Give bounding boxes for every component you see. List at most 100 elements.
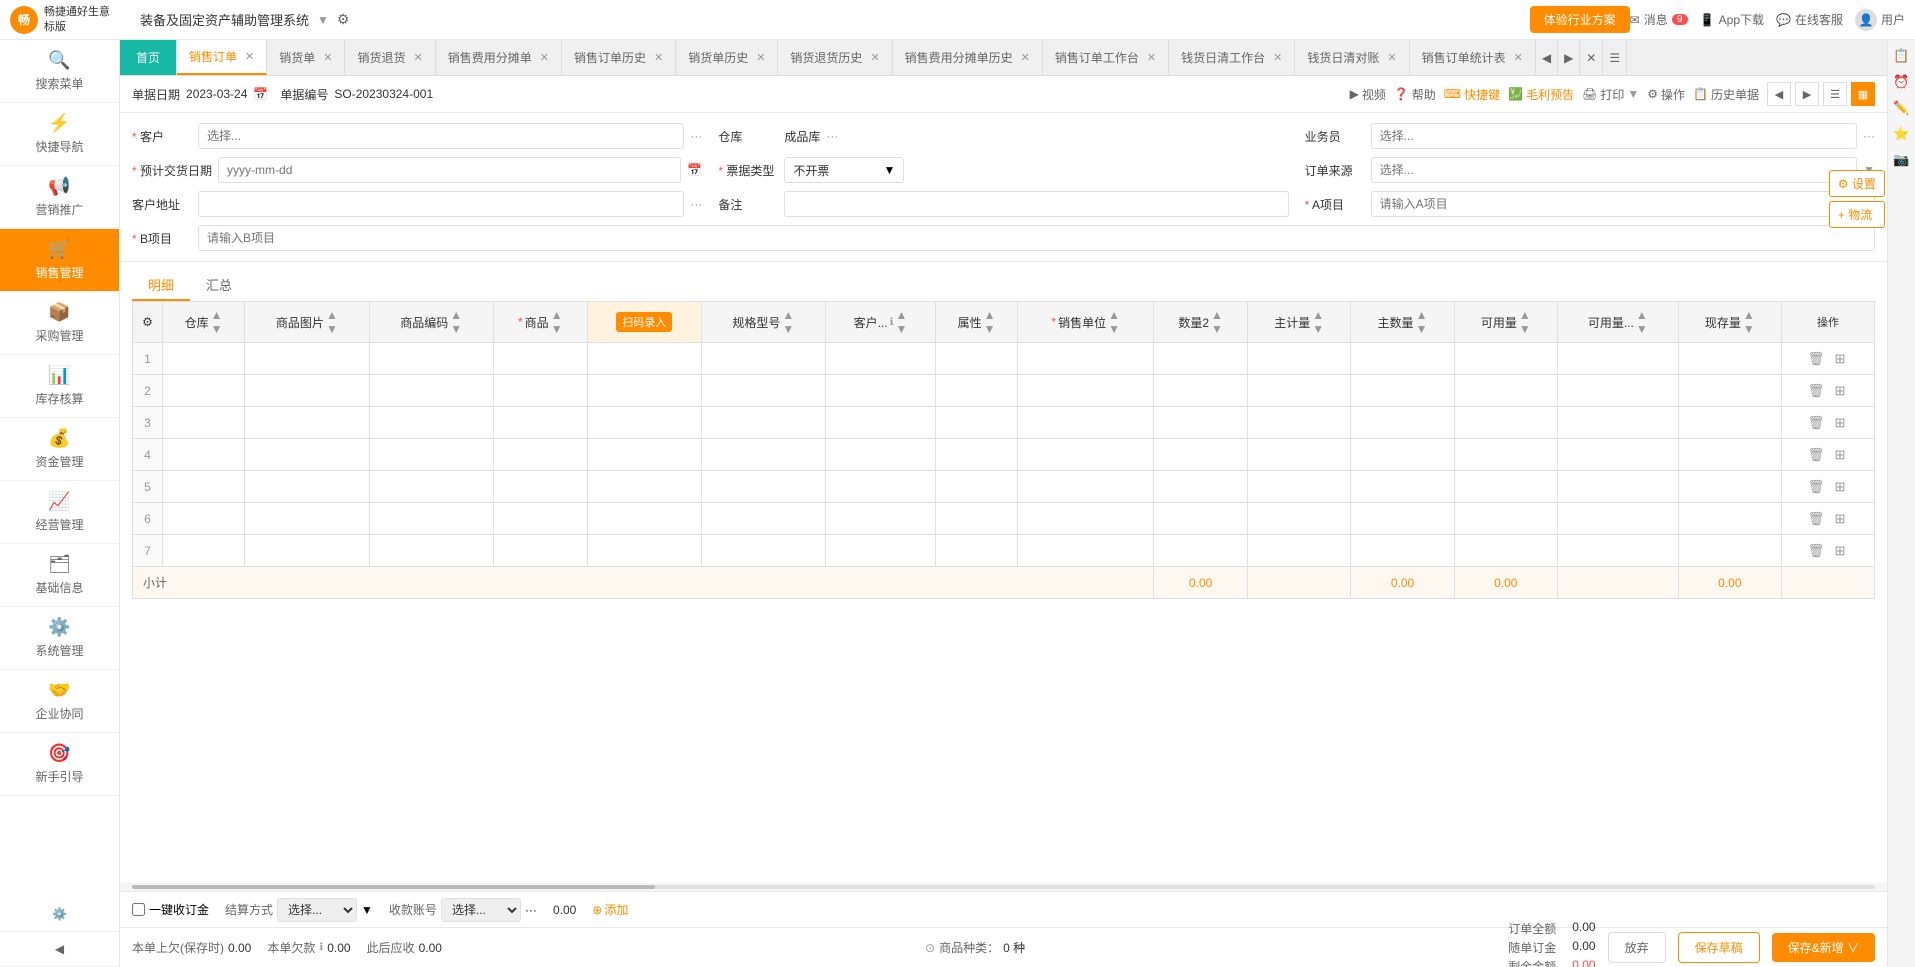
- tab-expense[interactable]: 销售费用分摊单 ✕: [436, 40, 562, 75]
- table-cell[interactable]: [163, 343, 245, 375]
- table-cell[interactable]: [163, 503, 245, 535]
- table-cell[interactable]: [701, 535, 825, 567]
- row-copy-icon[interactable]: ⊞: [1830, 413, 1850, 433]
- tab-daily-workbench-close[interactable]: ✕: [1273, 51, 1282, 64]
- table-cell[interactable]: [1248, 375, 1351, 407]
- table-cell[interactable]: [1248, 535, 1351, 567]
- table-cell[interactable]: [1557, 375, 1678, 407]
- table-cell[interactable]: [369, 407, 493, 439]
- tab-next-btn[interactable]: ▶: [1558, 40, 1580, 75]
- row-delete-icon[interactable]: 🗑: [1806, 445, 1826, 465]
- table-cell[interactable]: [369, 343, 493, 375]
- th-spec[interactable]: 规格型号▲▼: [701, 302, 825, 343]
- account-select[interactable]: 选择...: [441, 898, 521, 922]
- table-cell[interactable]: [369, 471, 493, 503]
- table-cell[interactable]: [1018, 535, 1154, 567]
- sidebar-item-quick[interactable]: ⚡ 快捷导航: [0, 103, 119, 166]
- table-cell[interactable]: [826, 503, 936, 535]
- th-image[interactable]: 商品图片▲▼: [245, 302, 369, 343]
- sidebar-item-guide[interactable]: 🎯 新手引导: [0, 733, 119, 796]
- table-cell[interactable]: [1678, 375, 1781, 407]
- table-cell[interactable]: [245, 503, 369, 535]
- table-cell[interactable]: [1557, 407, 1678, 439]
- operate-btn[interactable]: ⚙ 操作: [1647, 86, 1685, 103]
- sidebar-item-operations[interactable]: 📈 经营管理: [0, 481, 119, 544]
- tab-return-history-close[interactable]: ✕: [870, 51, 879, 64]
- table-cell[interactable]: [1557, 471, 1678, 503]
- card-view-btn[interactable]: ▦: [1851, 82, 1875, 106]
- tab-expense-history-close[interactable]: ✕: [1021, 51, 1030, 64]
- table-cell[interactable]: [701, 503, 825, 535]
- tab-sales-invoice-close[interactable]: ✕: [323, 51, 332, 64]
- shortcut-btn[interactable]: ⌨ 快捷键: [1444, 86, 1500, 103]
- th-available2[interactable]: 可用量...▲▼: [1557, 302, 1678, 343]
- scan-input-btn[interactable]: 扫码录入: [616, 312, 672, 332]
- delivery-date-cal-icon[interactable]: 📅: [687, 163, 702, 177]
- table-cell[interactable]: [935, 535, 1017, 567]
- table-cell[interactable]: [1154, 375, 1248, 407]
- sidebar-settings-btn[interactable]: ⚙️: [0, 897, 119, 932]
- table-cell[interactable]: [587, 375, 701, 407]
- table-cell[interactable]: [1351, 439, 1454, 471]
- tab-detail[interactable]: 明细: [132, 270, 190, 301]
- customer-input[interactable]: [198, 123, 684, 149]
- tab-summary[interactable]: 汇总: [190, 270, 248, 301]
- table-cell[interactable]: [1018, 471, 1154, 503]
- delivery-date-input[interactable]: [218, 157, 681, 183]
- tab-order-history-close[interactable]: ✕: [654, 51, 663, 64]
- rp-camera-icon[interactable]: 📷: [1890, 148, 1914, 172]
- message-btn[interactable]: ✉ 消息 9: [1630, 11, 1688, 28]
- table-cell[interactable]: [1557, 439, 1678, 471]
- row-copy-icon[interactable]: ⊞: [1830, 477, 1850, 497]
- table-cell[interactable]: [163, 439, 245, 471]
- table-cell[interactable]: [1018, 407, 1154, 439]
- table-cell[interactable]: [826, 471, 936, 503]
- row-delete-icon[interactable]: 🗑: [1806, 413, 1826, 433]
- table-cell[interactable]: [1678, 343, 1781, 375]
- table-view-btn[interactable]: ☰: [1823, 82, 1847, 106]
- tab-order-workbench-close[interactable]: ✕: [1147, 51, 1156, 64]
- table-cell[interactable]: [369, 375, 493, 407]
- table-cell[interactable]: [701, 375, 825, 407]
- table-cell[interactable]: [1454, 535, 1557, 567]
- table-cell[interactable]: [1678, 439, 1781, 471]
- rp-clock-icon[interactable]: ⏰: [1890, 70, 1914, 94]
- row-delete-icon[interactable]: 🗑: [1806, 381, 1826, 401]
- address-expand-icon[interactable]: ···: [690, 197, 702, 211]
- tab-statistics[interactable]: 销售订单统计表 ✕: [1410, 40, 1536, 75]
- table-cell[interactable]: [935, 471, 1017, 503]
- sidebar-collapse-btn[interactable]: ◀: [0, 932, 119, 967]
- table-cell[interactable]: [369, 535, 493, 567]
- tab-reconcile[interactable]: 钱货日清对账 ✕: [1295, 40, 1409, 75]
- table-cell[interactable]: [1351, 471, 1454, 503]
- staff-input[interactable]: [1371, 123, 1857, 149]
- th-available[interactable]: 可用量▲▼: [1454, 302, 1557, 343]
- th-product[interactable]: *商品▲▼: [493, 302, 587, 343]
- th-warehouse[interactable]: 仓库▲▼: [163, 302, 245, 343]
- table-cell[interactable]: [493, 471, 587, 503]
- payment-method-select[interactable]: 选择...: [277, 898, 357, 922]
- row-copy-icon[interactable]: ⊞: [1830, 445, 1850, 465]
- address-input[interactable]: [198, 191, 684, 217]
- table-cell[interactable]: [1018, 343, 1154, 375]
- table-cell[interactable]: [1557, 343, 1678, 375]
- sidebar-item-marketing[interactable]: 📢 营销推广: [0, 166, 119, 229]
- table-cell[interactable]: [245, 375, 369, 407]
- tab-invoice-history[interactable]: 销货单历史 ✕: [676, 40, 778, 75]
- table-cell[interactable]: [1248, 439, 1351, 471]
- tab-sales-order[interactable]: 销售订单 ✕: [177, 40, 267, 75]
- table-cell[interactable]: [1557, 503, 1678, 535]
- tab-home[interactable]: 首页: [120, 40, 177, 75]
- table-cell[interactable]: [935, 439, 1017, 471]
- settings-icon[interactable]: ⚙: [337, 11, 350, 28]
- table-cell[interactable]: [587, 503, 701, 535]
- row-delete-icon[interactable]: 🗑: [1806, 509, 1826, 529]
- th-code[interactable]: 商品编码▲▼: [369, 302, 493, 343]
- th-customer-code[interactable]: 客户...ℹ▲▼: [826, 302, 936, 343]
- tab-sales-invoice[interactable]: 销货单 ✕: [267, 40, 345, 75]
- table-cell[interactable]: [163, 535, 245, 567]
- table-cell[interactable]: [245, 343, 369, 375]
- sidebar-item-sales[interactable]: 🛒 销售管理: [0, 229, 119, 292]
- th-settings[interactable]: ⚙: [133, 302, 163, 343]
- one-click-checkbox[interactable]: 一键收订金: [132, 901, 209, 918]
